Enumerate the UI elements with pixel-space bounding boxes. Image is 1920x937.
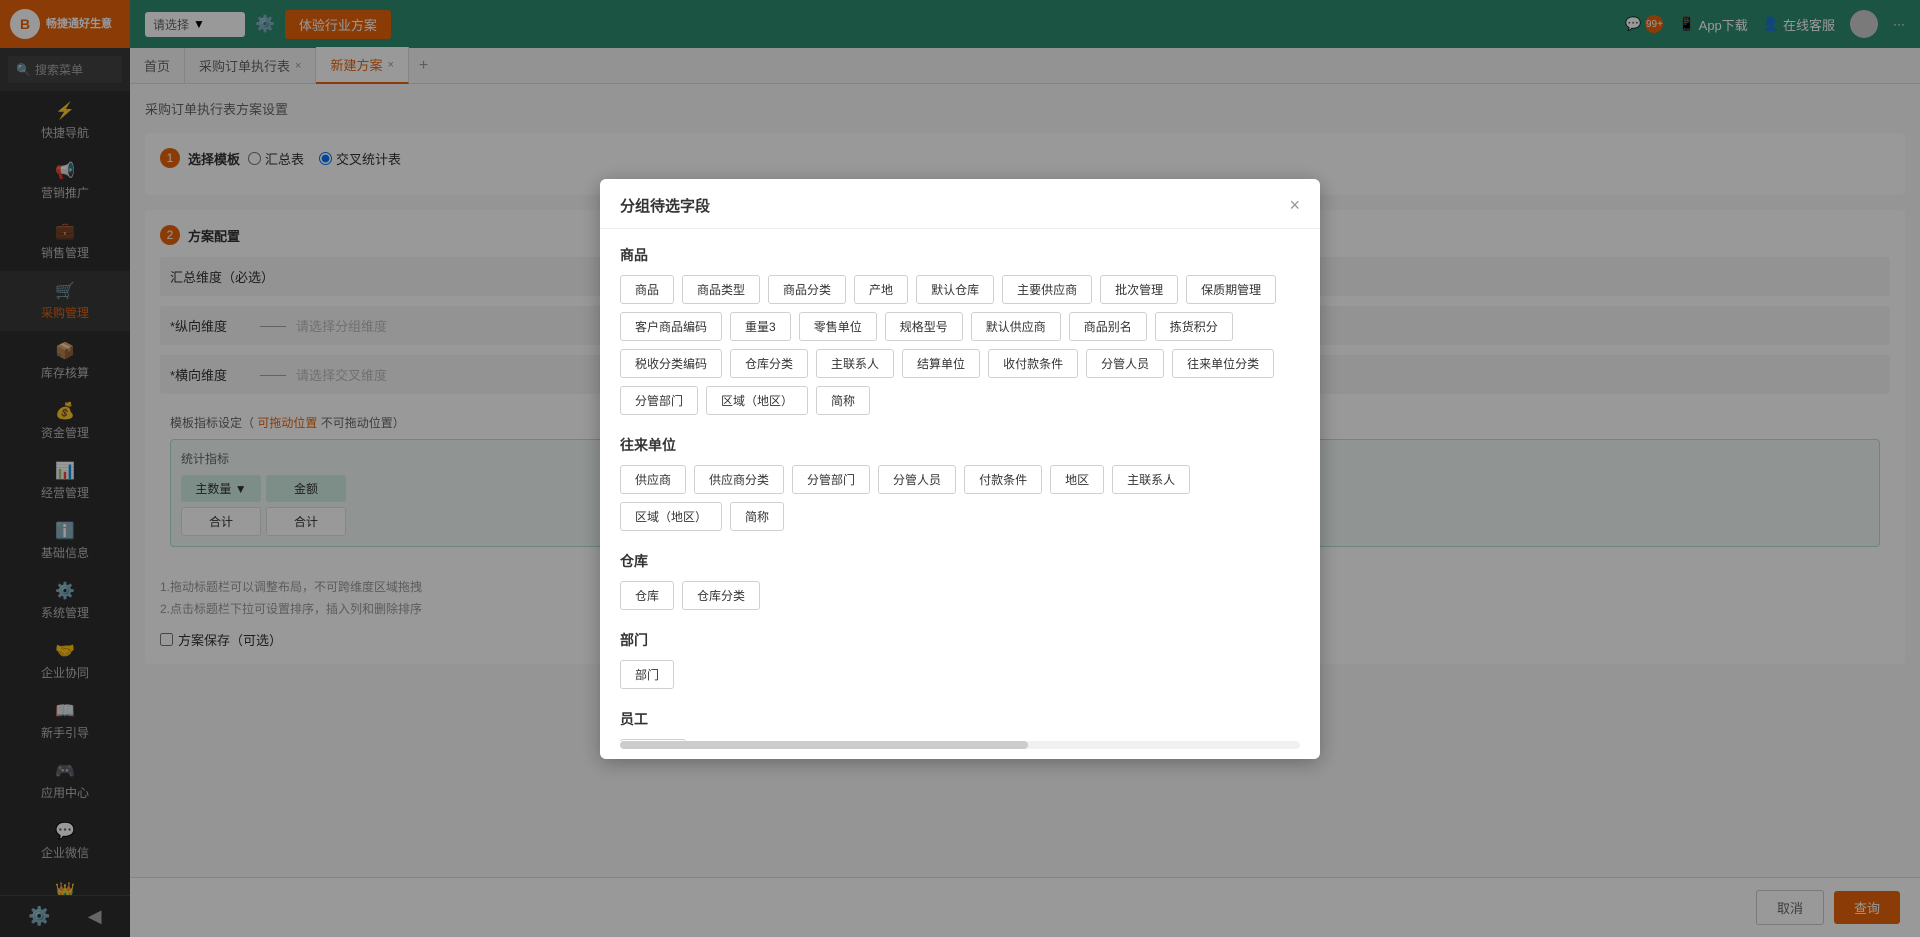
field-chip-0-5[interactable]: 主要供应商	[1002, 275, 1092, 304]
field-chip-1-6[interactable]: 主联系人	[1112, 465, 1190, 494]
field-chip-0-12[interactable]: 默认供应商	[971, 312, 1061, 341]
field-chip-0-20[interactable]: 分管人员	[1086, 349, 1164, 378]
field-chip-0-14[interactable]: 拣货积分	[1155, 312, 1233, 341]
field-chips-2: 仓库仓库分类	[620, 581, 1300, 610]
field-chip-1-4[interactable]: 付款条件	[964, 465, 1042, 494]
field-chip-1-5[interactable]: 地区	[1050, 465, 1104, 494]
field-chip-0-0[interactable]: 商品	[620, 275, 674, 304]
field-chip-1-2[interactable]: 分管部门	[792, 465, 870, 494]
field-group-title-3: 部门	[620, 630, 1300, 650]
field-chip-0-4[interactable]: 默认仓库	[916, 275, 994, 304]
field-chip-0-1[interactable]: 商品类型	[682, 275, 760, 304]
field-group-title-2: 仓库	[620, 551, 1300, 571]
field-chips-0: 商品商品类型商品分类产地默认仓库主要供应商批次管理保质期管理客户商品编码重量3 零…	[620, 275, 1300, 415]
field-chip-0-16[interactable]: 仓库分类	[730, 349, 808, 378]
field-chip-0-2[interactable]: 商品分类	[768, 275, 846, 304]
field-chip-0-11[interactable]: 规格型号	[885, 312, 963, 341]
field-chip-0-13[interactable]: 商品别名	[1069, 312, 1147, 341]
field-chip-0-3[interactable]: 产地	[854, 275, 908, 304]
field-chip-0-21[interactable]: 往来单位分类	[1172, 349, 1274, 378]
modal-close-button[interactable]: ×	[1289, 195, 1300, 216]
field-chip-0-8[interactable]: 客户商品编码	[620, 312, 722, 341]
field-select-modal: 分组待选字段 × 商品商品商品类型商品分类产地默认仓库主要供应商批次管理保质期管…	[600, 179, 1320, 759]
field-chip-0-22[interactable]: 分管部门	[620, 386, 698, 415]
field-chip-0-10[interactable]: 零售单位	[799, 312, 877, 341]
field-group-title-0: 商品	[620, 245, 1300, 265]
field-chip-0-18[interactable]: 结算单位	[902, 349, 980, 378]
field-chip-1-0[interactable]: 供应商	[620, 465, 686, 494]
field-chip-1-3[interactable]: 分管人员	[878, 465, 956, 494]
field-chip-0-19[interactable]: 收付款条件	[988, 349, 1078, 378]
field-chip-2-1[interactable]: 仓库分类	[682, 581, 760, 610]
field-chip-0-7[interactable]: 保质期管理	[1186, 275, 1276, 304]
field-chips-3: 部门	[620, 660, 1300, 689]
field-chip-1-7[interactable]: 区域（地区）	[620, 502, 722, 531]
field-chip-1-1[interactable]: 供应商分类	[694, 465, 784, 494]
field-chip-0-24[interactable]: 简称	[816, 386, 870, 415]
field-group-title-4: 员工	[620, 709, 1300, 729]
field-group-1: 往来单位供应商供应商分类分管部门分管人员付款条件地区主联系人区域（地区） 简称	[620, 435, 1300, 531]
field-group-0: 商品商品商品类型商品分类产地默认仓库主要供应商批次管理保质期管理客户商品编码重量…	[620, 245, 1300, 415]
field-group-4: 员工业务员	[620, 709, 1300, 741]
modal-header: 分组待选字段 ×	[600, 179, 1320, 229]
field-chip-2-0[interactable]: 仓库	[620, 581, 674, 610]
field-chips-1: 供应商供应商分类分管部门分管人员付款条件地区主联系人区域（地区） 简称	[620, 465, 1300, 531]
field-group-3: 部门部门	[620, 630, 1300, 689]
field-chip-0-6[interactable]: 批次管理	[1100, 275, 1178, 304]
field-chip-1-8[interactable]: 简称	[730, 502, 784, 531]
modal-body: 商品商品商品类型商品分类产地默认仓库主要供应商批次管理保质期管理客户商品编码重量…	[600, 229, 1320, 741]
field-chip-0-15[interactable]: 税收分类编码	[620, 349, 722, 378]
field-group-2: 仓库仓库仓库分类	[620, 551, 1300, 610]
scrollbar-thumb	[620, 741, 1028, 749]
modal-overlay[interactable]: 分组待选字段 × 商品商品商品类型商品分类产地默认仓库主要供应商批次管理保质期管…	[0, 0, 1920, 937]
field-chip-3-0[interactable]: 部门	[620, 660, 674, 689]
modal-horizontal-scrollbar[interactable]	[620, 741, 1300, 749]
field-chip-0-9[interactable]: 重量3	[730, 312, 791, 341]
modal-title: 分组待选字段	[620, 195, 710, 216]
field-chip-0-17[interactable]: 主联系人	[816, 349, 894, 378]
field-group-title-1: 往来单位	[620, 435, 1300, 455]
field-chip-0-23[interactable]: 区域（地区）	[706, 386, 808, 415]
